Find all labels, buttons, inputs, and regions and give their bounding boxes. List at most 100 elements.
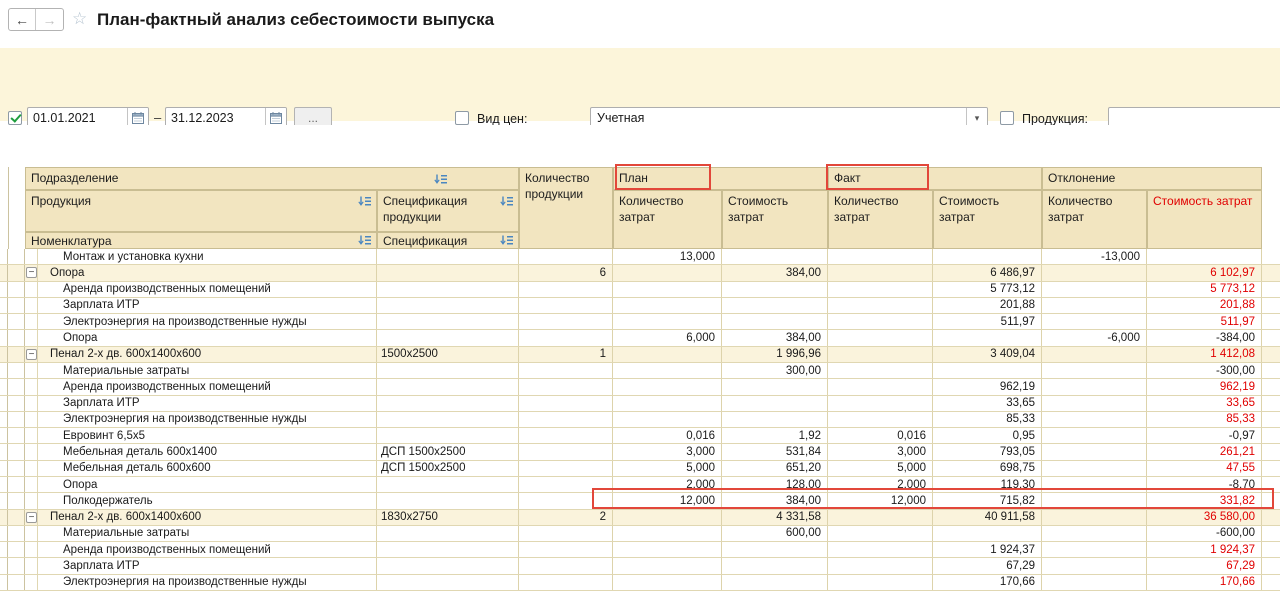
name-cell[interactable]: − Мебельная деталь 600х1400 [25,444,377,460]
dev-qty-cell[interactable] [1042,476,1147,493]
plan-cost-cell[interactable] [722,395,828,411]
dev-qty-cell[interactable] [1042,542,1147,558]
spec-cell[interactable] [377,558,519,574]
period-checkbox[interactable] [8,111,22,125]
name-cell[interactable]: − Электроэнергия на производственные нуж… [25,574,377,590]
spec-cell[interactable] [377,395,519,411]
table-row[interactable]: − Электроэнергия на производственные нуж… [0,314,1280,331]
fakt-cost-cell[interactable]: 40 911,58 [933,509,1042,525]
qty-produkcii-cell[interactable] [519,362,613,379]
qty-produkcii-cell[interactable] [519,460,613,476]
table-row[interactable]: − Зарплата ИТР 33,65 33,65 [0,395,1280,412]
fakt-qty-cell[interactable] [828,281,933,297]
qty-produkcii-cell[interactable] [519,314,613,330]
fakt-qty-cell[interactable] [828,411,933,428]
fakt-qty-cell[interactable] [828,542,933,558]
qty-produkcii-cell[interactable] [519,525,613,542]
plan-qty-cell[interactable]: 3,000 [613,444,722,460]
dev-qty-cell[interactable] [1042,379,1147,395]
sort-icon[interactable] [358,196,372,212]
name-cell[interactable]: − Аренда производственных помещений [25,379,377,395]
header-dev-qty[interactable]: Количество затрат [1042,190,1147,249]
spec-cell[interactable] [377,265,519,281]
name-cell[interactable]: − Материальные затраты [25,362,377,379]
qty-produkcii-cell[interactable] [519,476,613,493]
fakt-qty-cell[interactable]: 0,016 [828,428,933,444]
table-row[interactable]: − Электроэнергия на производственные нуж… [0,574,1280,591]
qty-produkcii-cell[interactable] [519,297,613,314]
header-specifikacia[interactable]: Спецификация [377,232,519,249]
spec-cell[interactable] [377,330,519,346]
plan-cost-cell[interactable]: 1,92 [722,428,828,444]
fakt-cost-cell[interactable]: 5 773,12 [933,281,1042,297]
plan-cost-cell[interactable]: 531,84 [722,444,828,460]
plan-cost-cell[interactable] [722,558,828,574]
fakt-qty-cell[interactable]: 3,000 [828,444,933,460]
table-row[interactable]: − Аренда производственных помещений 5 77… [0,281,1280,298]
plan-cost-cell[interactable] [722,542,828,558]
table-row[interactable]: − Зарплата ИТР 201,88 201,88 [0,297,1280,315]
dev-qty-cell[interactable]: -6,000 [1042,330,1147,346]
dev-qty-cell[interactable] [1042,460,1147,476]
fakt-cost-cell[interactable]: 67,29 [933,558,1042,574]
fakt-qty-cell[interactable]: 12,000 [828,493,933,509]
plan-qty-cell[interactable] [613,346,722,362]
name-cell[interactable]: − Аренда производственных помещений [25,542,377,558]
name-cell[interactable]: − Материальные затраты [25,525,377,542]
fakt-cost-cell[interactable] [933,249,1042,265]
dev-cost-cell[interactable] [1147,249,1262,265]
name-cell[interactable]: − Аренда производственных помещений [25,281,377,297]
dev-qty-cell[interactable] [1042,395,1147,411]
dev-cost-cell[interactable]: 85,33 [1147,411,1262,428]
qty-produkcii-cell[interactable] [519,574,613,590]
qty-produkcii-cell[interactable]: 6 [519,265,613,281]
dev-qty-cell[interactable] [1042,362,1147,379]
table-row[interactable]: − Аренда производственных помещений 962,… [0,379,1280,396]
name-cell[interactable]: − Зарплата ИТР [25,395,377,411]
fakt-qty-cell[interactable] [828,395,933,411]
fakt-qty-cell[interactable] [828,297,933,314]
table-row[interactable]: − Материальные затраты 300,00 -300,00 [0,362,1280,380]
qty-produkcii-cell[interactable] [519,444,613,460]
spec-cell[interactable] [377,476,519,493]
qty-produkcii-cell[interactable] [519,281,613,297]
name-cell[interactable]: − Мебельная деталь 600х600 [25,460,377,476]
fakt-qty-cell[interactable] [828,574,933,590]
tree-collapse-toggle[interactable]: − [26,511,37,523]
dev-cost-cell[interactable]: 511,97 [1147,314,1262,330]
dev-cost-cell[interactable]: 261,21 [1147,444,1262,460]
header-plan[interactable]: План [613,167,828,190]
fakt-qty-cell[interactable] [828,330,933,346]
qty-produkcii-cell[interactable] [519,493,613,509]
plan-qty-cell[interactable]: 13,000 [613,249,722,265]
plan-cost-cell[interactable] [722,297,828,314]
fakt-qty-cell[interactable] [828,314,933,330]
plan-qty-cell[interactable] [613,314,722,330]
header-podrazdelenie[interactable]: Подразделение [25,167,519,190]
qty-produkcii-cell[interactable] [519,395,613,411]
dev-cost-cell[interactable]: 67,29 [1147,558,1262,574]
header-qty-produkcii[interactable]: Количество продукции [519,167,613,249]
plan-qty-cell[interactable] [613,509,722,525]
plan-qty-cell[interactable] [613,542,722,558]
dev-qty-cell[interactable] [1042,297,1147,314]
header-fakt-qty[interactable]: Количество затрат [828,190,933,249]
dev-cost-cell[interactable]: -300,00 [1147,362,1262,379]
dev-cost-cell[interactable]: -0,97 [1147,428,1262,444]
header-fakt-cost[interactable]: Стоимость затрат [933,190,1042,249]
plan-cost-cell[interactable]: 651,20 [722,460,828,476]
spec-cell[interactable] [377,379,519,395]
spec-cell[interactable] [377,525,519,542]
fakt-cost-cell[interactable]: 85,33 [933,411,1042,428]
fakt-qty-cell[interactable] [828,379,933,395]
fakt-cost-cell[interactable]: 33,65 [933,395,1042,411]
dev-cost-cell[interactable]: 201,88 [1147,297,1262,314]
table-row[interactable]: − Зарплата ИТР 67,29 67,29 [0,558,1280,575]
dev-qty-cell[interactable] [1042,574,1147,590]
plan-qty-cell[interactable]: 6,000 [613,330,722,346]
plan-qty-cell[interactable]: 5,000 [613,460,722,476]
table-row[interactable]: − Материальные затраты 600,00 -600,00 [0,525,1280,543]
plan-qty-cell[interactable] [613,281,722,297]
fakt-cost-cell[interactable]: 170,66 [933,574,1042,590]
spec-cell[interactable] [377,297,519,314]
